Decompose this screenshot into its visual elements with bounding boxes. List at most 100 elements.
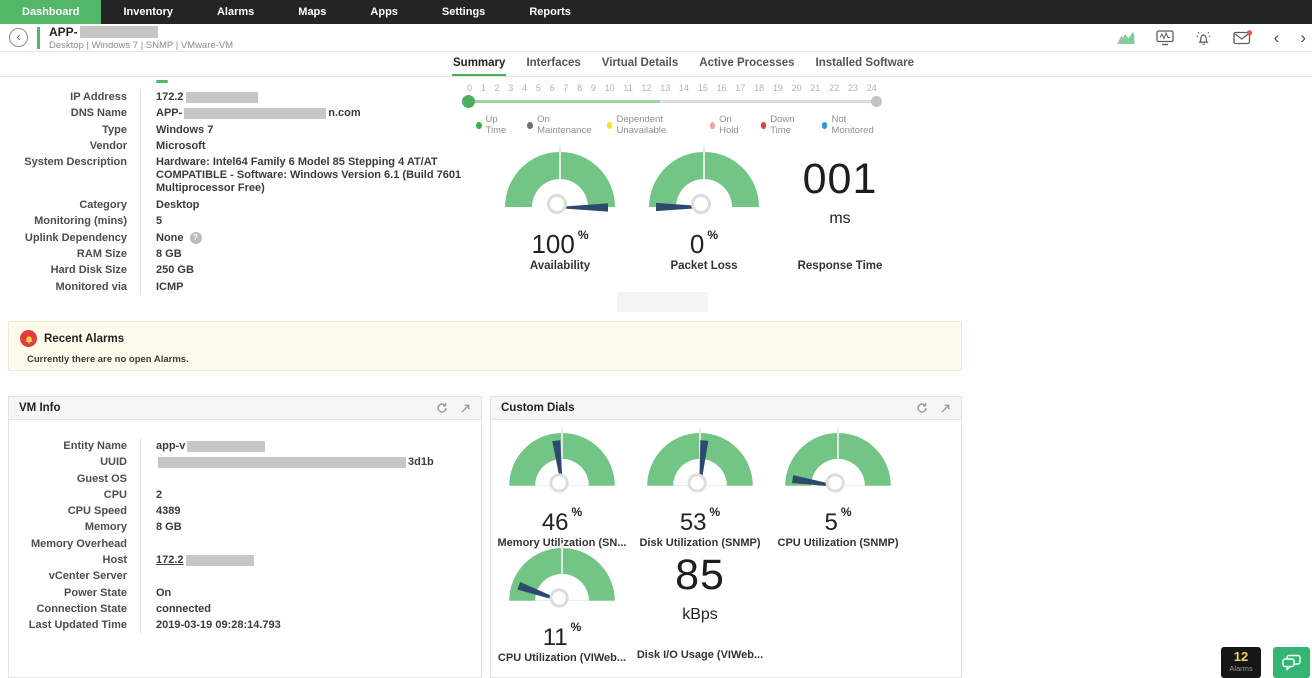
tab-interfaces[interactable]: Interfaces	[525, 52, 581, 76]
disk-io-usage-display: 85kBpsDisk I/O Usage (VIWeb...	[631, 548, 769, 661]
field-label: Guest OS	[9, 471, 140, 487]
timeline-track-fill	[465, 100, 660, 103]
memory-utilization-gauge: 46%Memory Utilization (SN...	[493, 433, 631, 546]
field-value: 172.2	[140, 89, 485, 105]
field-value	[140, 536, 460, 552]
big-number-unit: kBps	[682, 606, 718, 624]
field-label: Power State	[9, 585, 140, 601]
custom-dials-row-1: 46%Memory Utilization (SN... 53%Disk Uti…	[491, 433, 961, 546]
expand-icon[interactable]	[940, 403, 951, 414]
next-device-button[interactable]: ›	[1300, 29, 1306, 46]
alarm-count-badge[interactable]: 12 Alarms	[1221, 647, 1261, 678]
field-value	[140, 568, 460, 584]
nav-item-maps[interactable]: Maps	[276, 0, 348, 24]
tab-installed-software[interactable]: Installed Software	[815, 52, 915, 76]
gauge-hub	[691, 194, 711, 214]
field-text: ICMP	[156, 279, 184, 295]
main-nav: DashboardInventoryAlarmsMapsAppsSettings…	[0, 0, 1312, 24]
field-row: UUID3d1b	[9, 454, 481, 470]
field-value: connected	[140, 601, 460, 617]
opmanager-device-page: DashboardInventoryAlarmsMapsAppsSettings…	[0, 0, 1312, 678]
big-number-unit: ms	[829, 210, 850, 228]
nav-item-reports[interactable]: Reports	[507, 0, 593, 24]
hour-tick-label: 17	[735, 83, 745, 93]
field-label: CPU Speed	[9, 503, 140, 519]
alarm-bell-icon[interactable]	[1195, 30, 1212, 46]
back-button[interactable]: ‹	[9, 28, 28, 47]
previous-device-button[interactable]: ‹	[1274, 29, 1280, 46]
field-value: 3d1b	[140, 454, 460, 470]
field-text: 4389	[156, 503, 180, 519]
field-text: Hardware: Intel64 Family 6 Model 85 Step…	[156, 156, 485, 195]
field-row: Guest OS	[9, 471, 481, 487]
field-value: 8 GB	[140, 519, 460, 535]
field-text: n.com	[328, 105, 360, 121]
timeline-start-dot[interactable]	[462, 95, 475, 108]
field-row: Entity Nameapp-v	[9, 438, 481, 454]
field-label: Last Updated Time	[9, 617, 140, 633]
field-row: VendorMicrosoft	[0, 138, 485, 154]
vm-info-panel-header: VM Info	[9, 397, 481, 420]
refresh-icon[interactable]	[436, 402, 448, 414]
field-label: Memory	[9, 519, 140, 535]
hour-tick-label: 8	[577, 83, 582, 93]
mail-icon[interactable]	[1233, 30, 1253, 45]
tab-summary[interactable]: Summary	[452, 52, 506, 76]
nav-item-settings[interactable]: Settings	[420, 0, 507, 24]
hour-tick-label: 10	[605, 83, 615, 93]
tab-virtual-details[interactable]: Virtual Details	[601, 52, 680, 76]
field-value: APP-n.com	[140, 105, 485, 121]
field-row: DNS NameAPP-n.com	[0, 105, 485, 121]
gauge-tick	[561, 428, 563, 459]
redacted-value	[186, 92, 258, 103]
field-row: Monitored viaICMP	[0, 279, 485, 295]
nav-item-inventory[interactable]: Inventory	[101, 0, 195, 24]
field-value: 2	[140, 487, 460, 503]
hour-tick-label: 9	[591, 83, 596, 93]
nav-item-apps[interactable]: Apps	[348, 0, 420, 24]
gauge-label: CPU Utilization (SNMP)	[778, 537, 899, 549]
device-snapshot-icon[interactable]	[1156, 30, 1174, 46]
legend-dot	[710, 122, 716, 129]
field-value: Hardware: Intel64 Family 6 Model 85 Step…	[140, 154, 485, 197]
timeline-track	[465, 100, 879, 103]
device-info-list: IP Address172.2DNS NameAPP-n.comTypeWind…	[0, 89, 485, 295]
alarm-count: 12	[1221, 650, 1261, 663]
availability-gauge: 100%Availability	[488, 152, 632, 272]
hour-tick-label: 23	[848, 83, 858, 93]
redacted-block	[617, 292, 708, 312]
field-row: Connection Stateconnected	[9, 601, 481, 617]
legend-item: Dependent Unavailable	[607, 114, 696, 136]
help-icon[interactable]: ?	[190, 232, 202, 244]
recent-alarms-bell-icon	[20, 330, 37, 347]
field-link[interactable]: 172.2	[156, 552, 184, 568]
vm-info-panel: VM Info Entity Nameapp-vUUID3d1bGuest OS…	[8, 396, 482, 678]
gauge-value: 53%	[680, 505, 720, 537]
tab-active-processes[interactable]: Active Processes	[698, 52, 795, 76]
gauge-number: 0	[690, 229, 704, 259]
chat-icon	[1281, 654, 1302, 671]
packet-loss-gauge: 0%Packet Loss	[632, 152, 776, 272]
legend-dot	[607, 122, 613, 129]
hour-tick-label: 12	[642, 83, 652, 93]
chat-button[interactable]	[1273, 647, 1310, 678]
refresh-icon[interactable]	[916, 402, 928, 414]
field-row: Hard Disk Size250 GB	[0, 262, 485, 278]
timeline-end-dot[interactable]	[871, 96, 882, 107]
expand-icon[interactable]	[460, 403, 471, 414]
device-subtitle: Desktop | Windows 7 | SNMP | VMware-VM	[49, 40, 233, 51]
nav-item-dashboard[interactable]: Dashboard	[0, 0, 101, 24]
gauge-unit: %	[710, 505, 721, 519]
field-value: 250 GB	[140, 262, 485, 278]
hour-tick-label: 2	[495, 83, 500, 93]
field-text: APP-	[156, 105, 182, 121]
gauge-dial	[509, 548, 615, 614]
legend-label: Not Monitored	[831, 114, 879, 136]
field-value: 172.2	[140, 552, 460, 568]
gauge-value: 46%	[542, 505, 582, 537]
field-text: 172.2	[156, 89, 184, 105]
field-value: Desktop	[140, 197, 485, 213]
nav-item-alarms[interactable]: Alarms	[195, 0, 276, 24]
performance-chart-icon[interactable]	[1116, 30, 1135, 45]
gauge-dial	[647, 433, 753, 499]
